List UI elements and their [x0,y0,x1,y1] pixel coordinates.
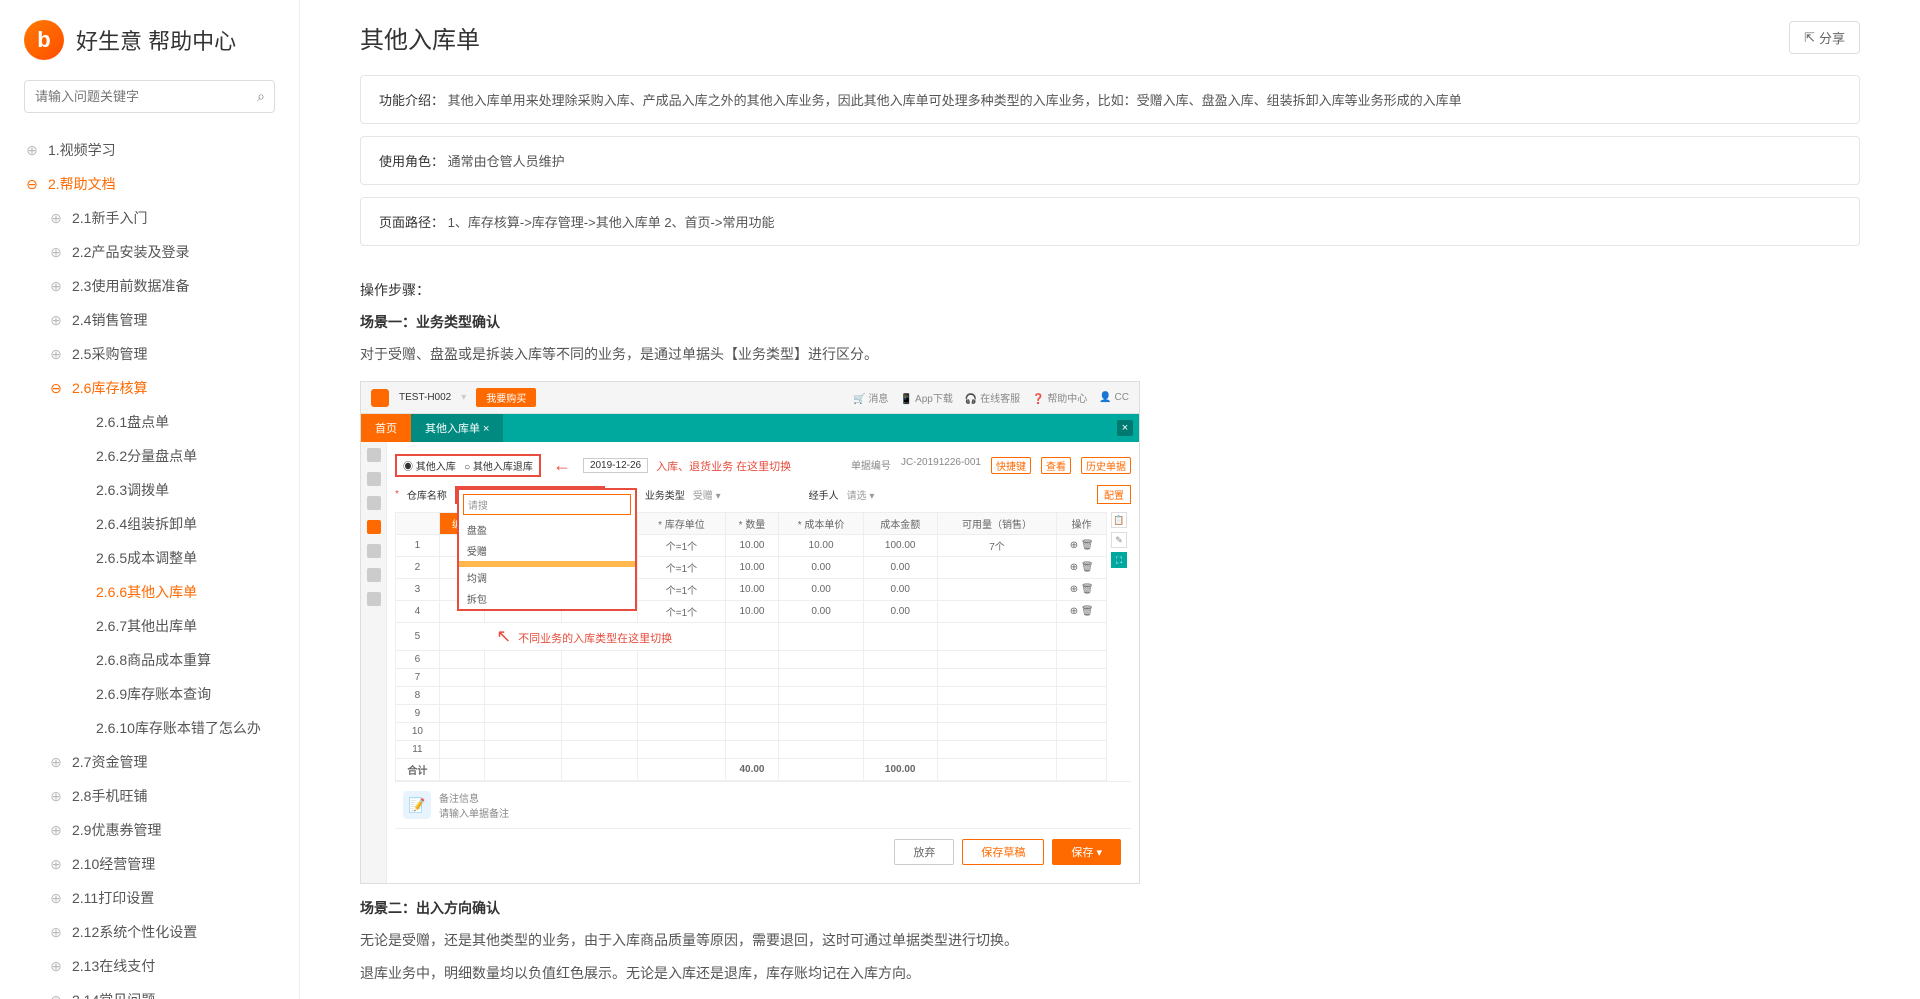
nav-2-12[interactable]: ⊕2.12系统个性化设置 [48,915,275,949]
nav-2-9[interactable]: ⊕2.9优惠券管理 [48,813,275,847]
plus-icon: ⊕ [48,822,64,838]
nav-2-6-3[interactable]: 2.6.3调拨单 [96,473,275,507]
rail-icon [367,544,381,558]
plus-icon: ⊕ [48,312,64,328]
intro-text: 其他入库单用来处理除采购入库、产成品入库之外的其他入库业务，因此其他入库单可处理… [448,93,1462,108]
nav-2-6-9[interactable]: 2.6.9库存账本查询 [96,677,275,711]
ss-tab-home: 首页 [361,414,411,442]
plus-icon: ⊕ [48,346,64,362]
nav-2-6-5[interactable]: 2.6.5成本调整单 [96,541,275,575]
plus-icon: ⊕ [48,958,64,974]
nav-2-6-10[interactable]: 2.6.10库存账本错了怎么办 [96,711,275,745]
nav-2-4[interactable]: ⊕2.4销售管理 [48,303,275,337]
minus-icon: ⊖ [24,176,40,192]
nav-2-6-8[interactable]: 2.6.8商品成本重算 [96,643,275,677]
nav-docs[interactable]: ⊖2.帮助文档 [24,167,275,201]
intro-label: 功能介绍： [379,93,444,108]
rail-icon [367,592,381,606]
ss-draft-btn: 保存草稿 [962,839,1044,865]
nav-2-6[interactable]: ⊖2.6库存核算 [48,371,275,405]
nav-2-10[interactable]: ⊕2.10经营管理 [48,847,275,881]
steps-label: 操作步骤： [360,280,1860,300]
nav-2-6-6[interactable]: 2.6.6其他入库单 [96,575,275,609]
nav-2-6-1[interactable]: 2.6.1盘点单 [96,405,275,439]
scene2-p1: 无论是受赠，还是其他类型的业务，由于入库商品质量等原因，需要退回，这时可通过单据… [360,928,1860,953]
plus-icon: ⊕ [24,142,40,158]
ss-company: TEST-H002 [399,392,451,403]
share-button[interactable]: ⇱分享 [1789,21,1860,54]
plus-icon: ⊕ [48,924,64,940]
role-label: 使用角色： [379,154,444,169]
tool-icon: 📋 [1111,512,1127,528]
ss-logo-icon [371,389,389,407]
logo-area: b 好生意 帮助中心 [0,20,299,80]
note-icon: 📝 [403,791,431,819]
plus-icon: ⊕ [48,856,64,872]
ss-discard-btn: 放弃 [894,839,954,865]
nav-2-1[interactable]: ⊕2.1新手入门 [48,201,275,235]
nav-2-3[interactable]: ⊕2.3使用前数据准备 [48,269,275,303]
search-box: ⌕ [24,80,275,113]
nav-2-6-4[interactable]: 2.6.4组装拆卸单 [96,507,275,541]
nav-2-13[interactable]: ⊕2.13在线支付 [48,949,275,983]
path-text: 1、库存核算->库存管理->其他入库单 2、首页->常用功能 [448,215,775,230]
main-content: 其他入库单 ⇱分享 功能介绍： 其他入库单用来处理除采购入库、产成品入库之外的其… [300,0,1920,999]
close-icon: × [1117,420,1133,436]
nav-2-11[interactable]: ⊕2.11打印设置 [48,881,275,915]
plus-icon: ⊕ [48,244,64,260]
tool-icon: ✎ [1111,532,1127,548]
screenshot-image: TEST-H002 ▾ 我要购买 🛒 消息 📱 App下载 🎧 在线客服 ❓ 帮… [360,381,1140,884]
share-icon: ⇱ [1804,30,1815,46]
logo-text: 好生意 帮助中心 [76,24,236,56]
scene1-text: 对于受赠、盘盈或是拆装入库等不同的业务，是通过单据头【业务类型】进行区分。 [360,342,1860,367]
path-box: 页面路径： 1、库存核算->库存管理->其他入库单 2、首页->常用功能 [360,197,1860,246]
nav-2-7[interactable]: ⊕2.7资金管理 [48,745,275,779]
intro-box: 功能介绍： 其他入库单用来处理除采购入库、产成品入库之外的其他入库业务，因此其他… [360,75,1860,124]
plus-icon: ⊕ [48,210,64,226]
rail-icon [367,520,381,534]
nav-2-8[interactable]: ⊕2.8手机旺铺 [48,779,275,813]
rail-icon [367,472,381,486]
logo-icon: b [24,20,64,60]
nav-2-2[interactable]: ⊕2.2产品安装及登录 [48,235,275,269]
scene1-title: 场景一：业务类型确认 [360,312,1860,332]
nav-2-6-7[interactable]: 2.6.7其他出库单 [96,609,275,643]
plus-icon: ⊕ [48,992,64,999]
page-title: 其他入库单 [360,20,480,55]
nav-2-6-2[interactable]: 2.6.2分量盘点单 [96,439,275,473]
path-label: 页面路径： [379,215,444,230]
ss-tab-doc: 其他入库单 × [411,414,503,442]
nav-video[interactable]: ⊕1.视频学习 [24,133,275,167]
nav-tree: ⊕1.视频学习 ⊖2.帮助文档 ⊕2.1新手入门 ⊕2.2产品安装及登录 ⊕2.… [0,133,299,999]
role-box: 使用角色： 通常由仓管人员维护 [360,136,1860,185]
scene2-title: 场景二：出入方向确认 [360,898,1860,918]
rail-icon [367,568,381,582]
minus-icon: ⊖ [48,380,64,396]
role-text: 通常由仓管人员维护 [448,154,565,169]
search-input[interactable] [24,80,275,113]
ss-buy-btn: 我要购买 [476,388,536,407]
search-icon[interactable]: ⌕ [257,88,265,105]
rail-icon [367,496,381,510]
plus-icon: ⊕ [48,754,64,770]
ss-save-btn: 保存 ▾ [1052,839,1121,865]
nav-2-14[interactable]: ⊕2.14常见问题 [48,983,275,999]
plus-icon: ⊕ [48,788,64,804]
plus-icon: ⊕ [48,278,64,294]
rail-icon [367,448,381,462]
tool-icon: ⛶ [1111,552,1127,568]
scene2-p2: 退库业务中，明细数量均以负值红色展示。无论是入库还是退库，库存账均记在入库方向。 [360,961,1860,986]
plus-icon: ⊕ [48,890,64,906]
sidebar: b 好生意 帮助中心 ⌕ ⊕1.视频学习 ⊖2.帮助文档 ⊕2.1新手入门 ⊕2… [0,0,300,999]
nav-2-5[interactable]: ⊕2.5采购管理 [48,337,275,371]
